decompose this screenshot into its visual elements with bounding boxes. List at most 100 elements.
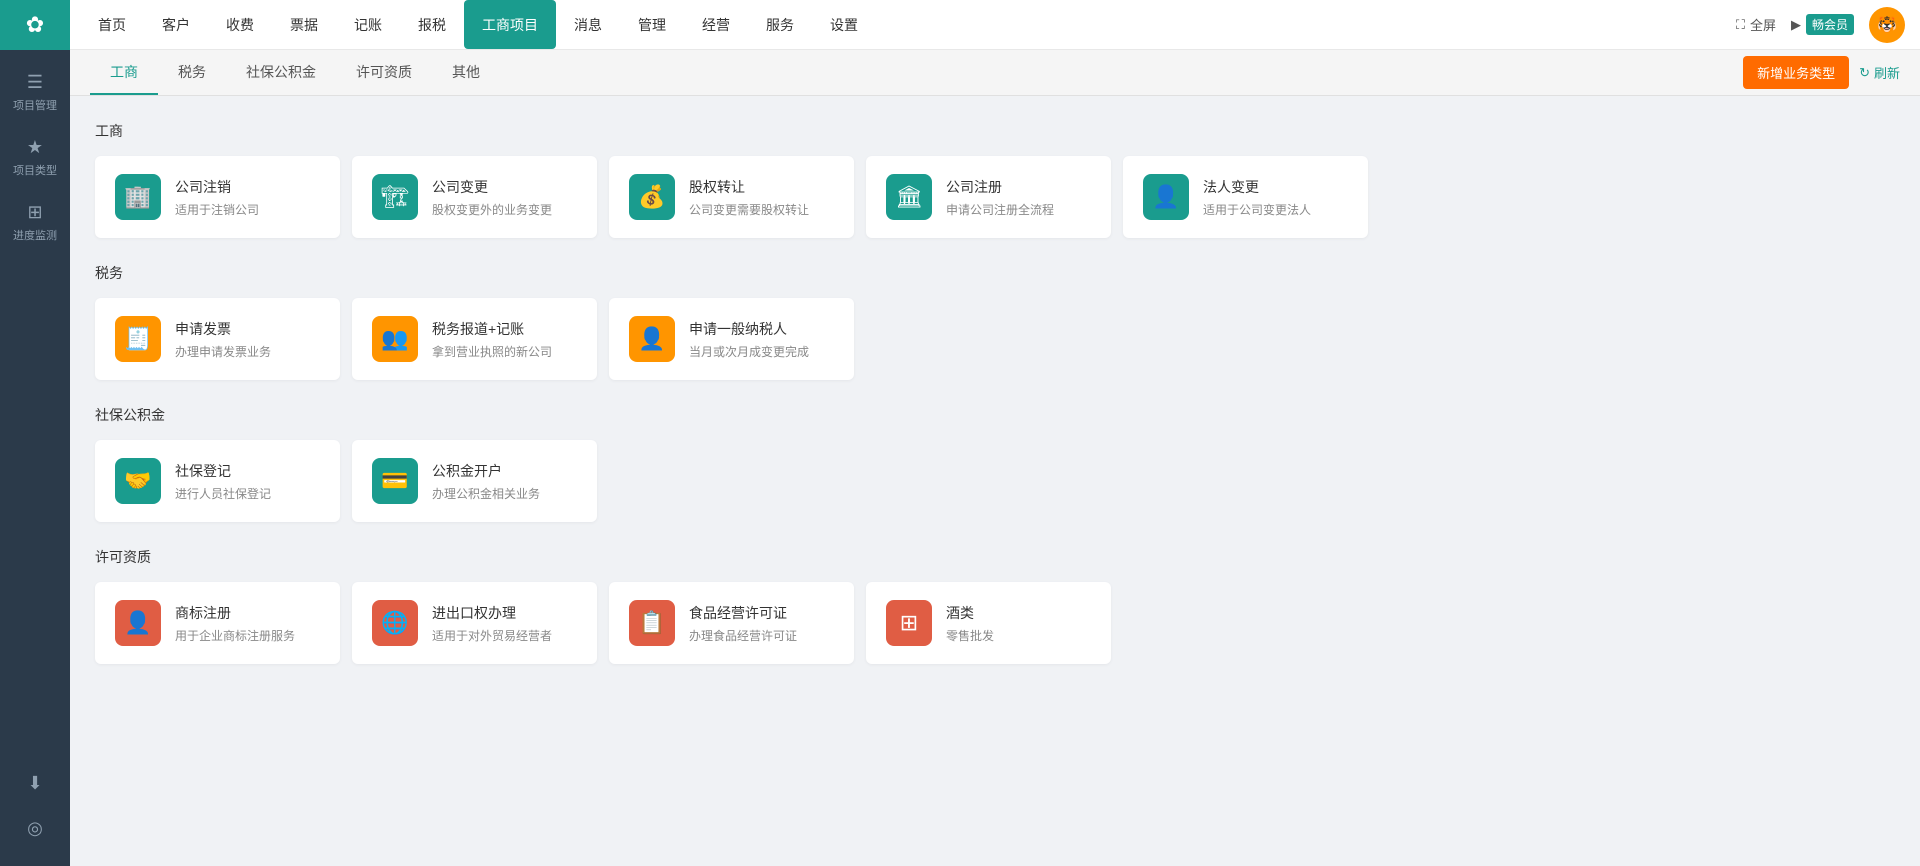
logo[interactable]: ✿	[0, 0, 70, 50]
service-card-3-2[interactable]: 📋 食品经营许可证 办理食品经营许可证	[609, 582, 854, 664]
service-card-0-4[interactable]: 👤 法人变更 适用于公司变更法人	[1123, 156, 1368, 238]
nav-item-工商项目[interactable]: 工商项目	[464, 0, 556, 49]
nav-item-收费[interactable]: 收费	[208, 0, 272, 49]
card-text-1-0: 申请发票 办理申请发票业务	[175, 319, 271, 360]
card-title-1-2: 申请一般纳税人	[689, 319, 809, 339]
section-title-0: 工商	[95, 121, 1895, 141]
add-business-type-button[interactable]: 新增业务类型	[1743, 56, 1849, 89]
card-title-3-3: 酒类	[946, 603, 994, 623]
service-card-1-0[interactable]: 🧾 申请发票 办理申请发票业务	[95, 298, 340, 380]
sidebar-bottom: ⬇◎	[15, 761, 55, 866]
card-desc-3-2: 办理食品经营许可证	[689, 627, 797, 644]
nav-item-报税[interactable]: 报税	[400, 0, 464, 49]
service-card-0-0[interactable]: 🏢 公司注销 适用于注销公司	[95, 156, 340, 238]
card-desc-3-1: 适用于对外贸易经营者	[432, 627, 552, 644]
mascot-avatar: 🐯	[1869, 7, 1905, 43]
card-icon-0-3: 🏛	[886, 174, 932, 220]
card-icon-0-2: 💰	[629, 174, 675, 220]
nav-item-管理[interactable]: 管理	[620, 0, 684, 49]
tab-社保公积金[interactable]: 社保公积金	[226, 50, 336, 95]
top-nav: ✿ 首页客户收费票据记账报税工商项目消息管理经营服务设置 ⛶ 全屏 ▶ 畅会员 …	[0, 0, 1920, 50]
card-desc-3-0: 用于企业商标注册服务	[175, 627, 295, 644]
card-text-0-1: 公司变更 股权变更外的业务变更	[432, 177, 552, 218]
tab-工商[interactable]: 工商	[90, 50, 158, 95]
card-grid-2: 🤝 社保登记 进行人员社保登记 💳 公积金开户 办理公积金相关业务	[95, 440, 1895, 522]
section-title-1: 税务	[95, 263, 1895, 283]
nav-item-票据[interactable]: 票据	[272, 0, 336, 49]
sidebar-item-0[interactable]: ☰项目管理	[5, 60, 65, 125]
service-card-0-3[interactable]: 🏛 公司注册 申请公司注册全流程	[866, 156, 1111, 238]
nav-right: ⛶ 全屏 ▶ 畅会员 🐯	[1736, 7, 1920, 43]
service-card-2-1[interactable]: 💳 公积金开户 办理公积金相关业务	[352, 440, 597, 522]
fullscreen-btn[interactable]: ⛶ 全屏	[1736, 15, 1776, 34]
service-card-1-2[interactable]: 👤 申请一般纳税人 当月或次月成变更完成	[609, 298, 854, 380]
card-title-0-1: 公司变更	[432, 177, 552, 197]
nav-item-服务[interactable]: 服务	[748, 0, 812, 49]
card-title-0-2: 股权转让	[689, 177, 809, 197]
video-icon: ▶	[1791, 17, 1801, 33]
service-card-0-1[interactable]: 🏗 公司变更 股权变更外的业务变更	[352, 156, 597, 238]
sidebar-icon-1: ★	[27, 137, 43, 158]
sidebar-icon-0: ☰	[27, 72, 43, 93]
nav-item-设置[interactable]: 设置	[812, 0, 876, 49]
card-desc-2-1: 办理公积金相关业务	[432, 485, 540, 502]
main-layout: ☰项目管理★项目类型⊞进度监测 ⬇◎ 工商税务社保公积金许可资质其他 新增业务类…	[0, 50, 1920, 866]
card-desc-1-2: 当月或次月成变更完成	[689, 343, 809, 360]
card-title-3-0: 商标注册	[175, 603, 295, 623]
sidebar-icon-2: ⊞	[27, 202, 42, 223]
card-text-3-3: 酒类 零售批发	[946, 603, 994, 644]
card-icon-0-0: 🏢	[115, 174, 161, 220]
nav-item-首页[interactable]: 首页	[80, 0, 144, 49]
scrollable-content: 工商 🏢 公司注销 适用于注销公司 🏗 公司变更 股权变更外的业务变更 💰 股权…	[70, 96, 1920, 866]
card-text-3-0: 商标注册 用于企业商标注册服务	[175, 603, 295, 644]
card-grid-1: 🧾 申请发票 办理申请发票业务 👥 税务报道+记账 拿到营业执照的新公司 👤 申…	[95, 298, 1895, 380]
nav-item-客户[interactable]: 客户	[144, 0, 208, 49]
card-desc-0-4: 适用于公司变更法人	[1203, 201, 1311, 218]
service-card-3-1[interactable]: 🌐 进出口权办理 适用于对外贸易经营者	[352, 582, 597, 664]
tab-actions: 新增业务类型 ↻ 刷新	[1743, 56, 1900, 89]
logo-icon: ✿	[26, 12, 44, 38]
card-title-2-0: 社保登记	[175, 461, 271, 481]
card-desc-2-0: 进行人员社保登记	[175, 485, 271, 502]
tab-其他[interactable]: 其他	[432, 50, 500, 95]
card-icon-1-0: 🧾	[115, 316, 161, 362]
card-icon-3-3: ⊞	[886, 600, 932, 646]
nav-item-经营[interactable]: 经营	[684, 0, 748, 49]
card-text-0-0: 公司注销 适用于注销公司	[175, 177, 259, 218]
service-card-3-0[interactable]: 👤 商标注册 用于企业商标注册服务	[95, 582, 340, 664]
card-title-1-0: 申请发票	[175, 319, 271, 339]
service-card-2-0[interactable]: 🤝 社保登记 进行人员社保登记	[95, 440, 340, 522]
section-title-2: 社保公积金	[95, 405, 1895, 425]
card-title-0-4: 法人变更	[1203, 177, 1311, 197]
download-icon[interactable]: ⬇	[15, 761, 55, 806]
refresh-button[interactable]: ↻ 刷新	[1859, 63, 1900, 82]
card-icon-2-0: 🤝	[115, 458, 161, 504]
tab-许可资质[interactable]: 许可资质	[336, 50, 432, 95]
card-desc-0-2: 公司变更需要股权转让	[689, 201, 809, 218]
sidebar-item-1[interactable]: ★项目类型	[5, 125, 65, 190]
nav-item-记账[interactable]: 记账	[336, 0, 400, 49]
tab-税务[interactable]: 税务	[158, 50, 226, 95]
vip-btn[interactable]: ▶ 畅会员	[1791, 14, 1854, 35]
card-desc-1-1: 拿到营业执照的新公司	[432, 343, 552, 360]
card-icon-1-1: 👥	[372, 316, 418, 362]
card-title-0-0: 公司注销	[175, 177, 259, 197]
card-grid-3: 👤 商标注册 用于企业商标注册服务 🌐 进出口权办理 适用于对外贸易经营者 📋 …	[95, 582, 1895, 664]
sidebar: ☰项目管理★项目类型⊞进度监测 ⬇◎	[0, 50, 70, 866]
service-card-0-2[interactable]: 💰 股权转让 公司变更需要股权转让	[609, 156, 854, 238]
refresh-icon: ↻	[1859, 65, 1870, 81]
card-icon-3-1: 🌐	[372, 600, 418, 646]
nav-item-消息[interactable]: 消息	[556, 0, 620, 49]
fullscreen-label: 全屏	[1750, 15, 1776, 34]
section-title-3: 许可资质	[95, 547, 1895, 567]
service-card-1-1[interactable]: 👥 税务报道+记账 拿到营业执照的新公司	[352, 298, 597, 380]
content-area: 工商税务社保公积金许可资质其他 新增业务类型 ↻ 刷新 工商 🏢 公司注销 适用…	[70, 50, 1920, 866]
card-title-1-1: 税务报道+记账	[432, 319, 552, 339]
card-text-0-2: 股权转让 公司变更需要股权转让	[689, 177, 809, 218]
service-card-3-3[interactable]: ⊞ 酒类 零售批发	[866, 582, 1111, 664]
sidebar-item-2[interactable]: ⊞进度监测	[5, 190, 65, 255]
card-desc-0-3: 申请公司注册全流程	[946, 201, 1054, 218]
settings-icon[interactable]: ◎	[15, 806, 55, 851]
card-text-3-1: 进出口权办理 适用于对外贸易经营者	[432, 603, 552, 644]
card-desc-0-1: 股权变更外的业务变更	[432, 201, 552, 218]
